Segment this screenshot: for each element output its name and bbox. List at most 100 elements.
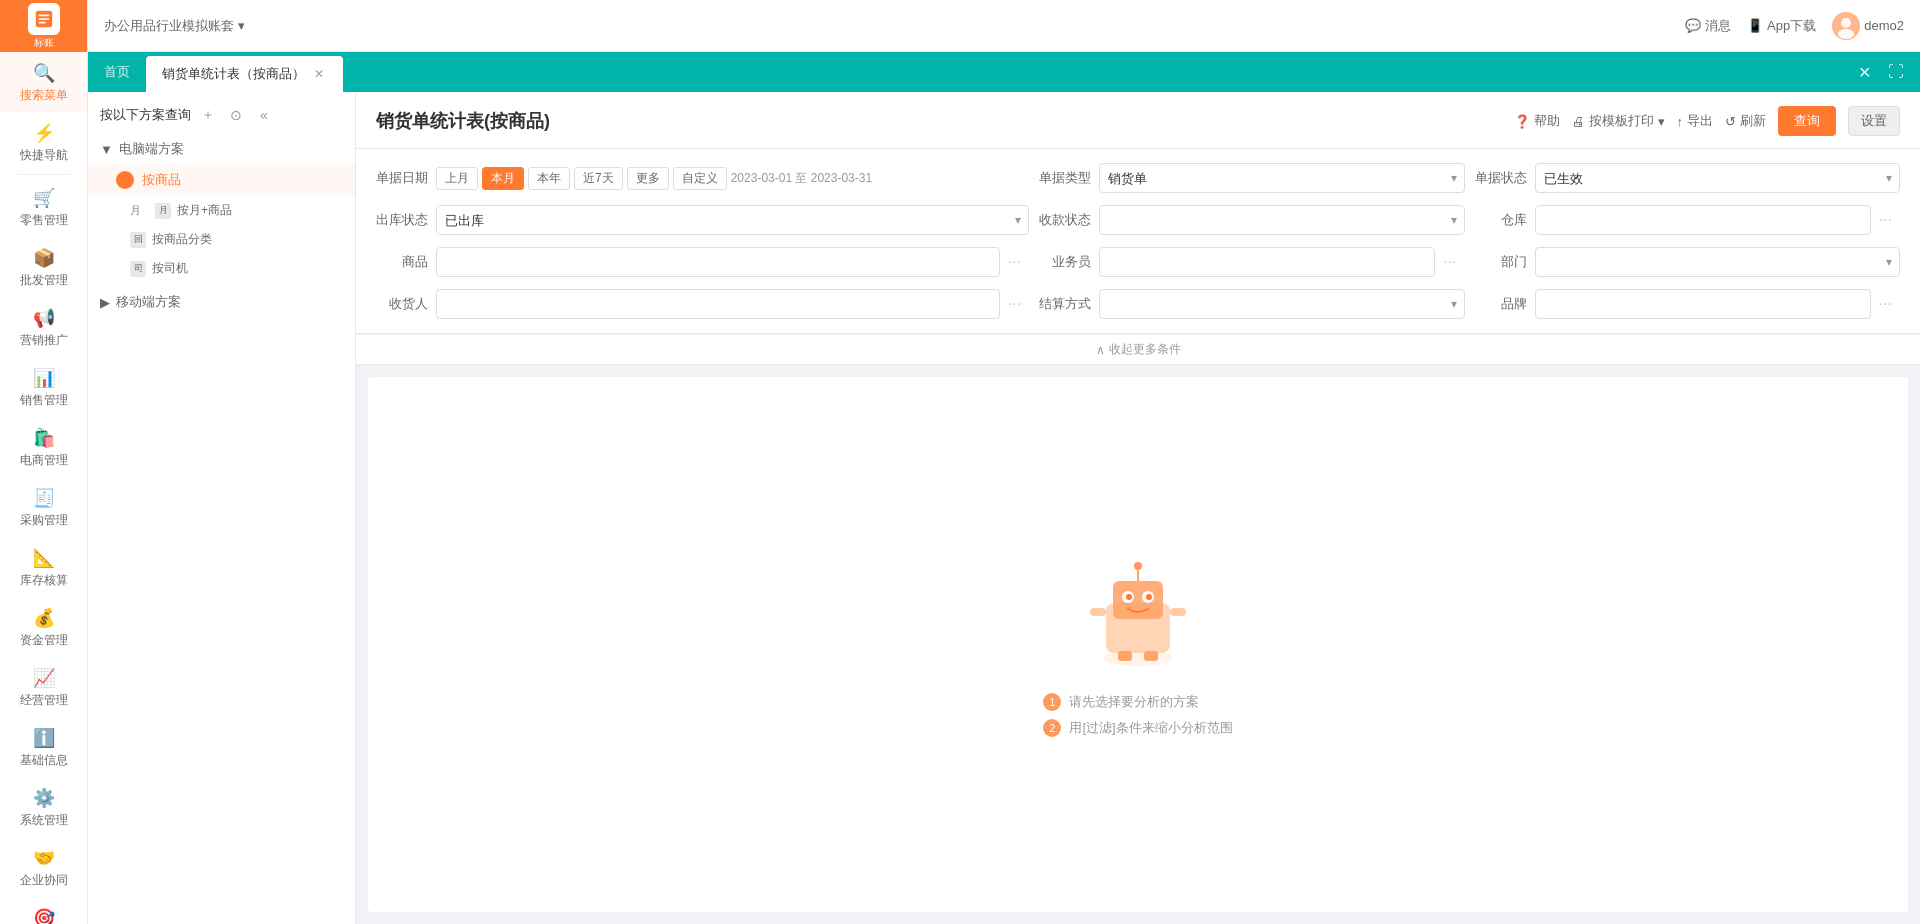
scheme-settings-btn[interactable]: ⊙: [225, 104, 247, 126]
export-btn[interactable]: ↑ 导出: [1677, 112, 1714, 130]
doc-type-select-wrap: 销货单 ▾: [1099, 163, 1464, 193]
template-print-label: 按模板打印: [1589, 112, 1654, 130]
tab-sales-stats[interactable]: 销货单统计表（按商品） ✕: [146, 56, 343, 92]
date-label: 单据日期: [376, 169, 436, 187]
sub-scheme-label: 按月+商品: [177, 202, 232, 219]
industry-selector[interactable]: 办公用品行业模拟账套 ▾: [104, 17, 245, 35]
page-title-row: 销货单统计表(按商品) ❓ 帮助 🖨 按模板打印 ▾ ↑: [376, 106, 1900, 136]
date-btn-custom[interactable]: 自定义: [673, 167, 727, 190]
warehouse-input[interactable]: [1535, 205, 1871, 235]
brand-dots[interactable]: ···: [1871, 295, 1900, 313]
help-btn[interactable]: ❓ 帮助: [1514, 112, 1560, 130]
sidebar-item-ecommerce[interactable]: 🛍️ 电商管理: [0, 417, 87, 477]
filter-item-payment-status: 收款状态 ▾: [1029, 205, 1464, 235]
top-header: 办公用品行业模拟账套 ▾ 💬 消息 📱 App下载: [88, 0, 1920, 52]
quick-nav-icon: ⚡: [33, 122, 55, 144]
sidebar-item-search[interactable]: 🔍 搜索菜单: [0, 52, 87, 112]
filter-panel-icons: ＋ ⊙ «: [197, 104, 275, 126]
sidebar-item-basic-info[interactable]: ℹ️ 基础信息: [0, 717, 87, 777]
payment-method-wrap: ▾: [1099, 289, 1464, 319]
collapse-panel-btn[interactable]: «: [253, 104, 275, 126]
sidebar-item-operations[interactable]: 📈 经营管理: [0, 657, 87, 717]
scheme-by-product[interactable]: 按商品: [88, 164, 355, 196]
brand-label: 品牌: [1465, 295, 1535, 313]
logo[interactable]: 标账: [0, 0, 87, 52]
sidebar-item-finance[interactable]: 💰 资金管理: [0, 597, 87, 657]
filter-item-department: 部门 ▾: [1465, 247, 1900, 277]
tab-close-all-btn[interactable]: ✕: [1852, 60, 1876, 84]
sidebar-item-quick-nav[interactable]: ⚡ 快捷导航: [0, 112, 87, 172]
sub-scheme-by-category[interactable]: 回 按商品分类: [88, 225, 355, 254]
app-download-btn[interactable]: 📱 App下载: [1747, 17, 1816, 35]
collapse-bar[interactable]: ∧ 收起更多条件: [356, 334, 1920, 365]
salesman-dots[interactable]: ···: [1435, 253, 1464, 271]
warehouse-status-select[interactable]: 已出库: [436, 205, 1029, 235]
tab-fullscreen-btn[interactable]: ⛶: [1884, 60, 1908, 84]
sidebar-divider: [17, 174, 69, 175]
sidebar-item-purchase[interactable]: 🧾 采购管理: [0, 477, 87, 537]
tab-close-icon[interactable]: ✕: [311, 66, 327, 82]
brand-input[interactable]: [1535, 289, 1871, 319]
sub-scheme-by-cashier[interactable]: 司 按司机: [88, 254, 355, 283]
recipient-dots[interactable]: ···: [1000, 295, 1029, 313]
mobile-scheme-group-header[interactable]: ▶ 移动端方案: [88, 287, 355, 317]
tab-home[interactable]: 首页: [88, 52, 146, 92]
product-dots[interactable]: ···: [1000, 253, 1029, 271]
svg-rect-6: [1113, 581, 1163, 619]
sidebar-item-label: 基础信息: [20, 752, 68, 769]
sidebar-item-marketing[interactable]: 📢 营销推广: [0, 297, 87, 357]
payment-status-label: 收款状态: [1029, 211, 1099, 229]
empty-tip-2: 2 用[过滤]条件来缩小分析范围: [1043, 719, 1232, 737]
sidebar-item-newbie[interactable]: 🎯 新手引导: [0, 897, 87, 924]
user-name: demo2: [1864, 18, 1904, 33]
sidebar-item-sales[interactable]: 📊 销售管理: [0, 357, 87, 417]
sidebar-item-inventory[interactable]: 📐 库存核算: [0, 537, 87, 597]
message-btn[interactable]: 💬 消息: [1685, 17, 1731, 35]
recipient-input[interactable]: [436, 289, 1000, 319]
desktop-scheme-group-header[interactable]: ▼ 电脑端方案: [88, 134, 355, 164]
date-btn-more[interactable]: 更多: [627, 167, 669, 190]
sidebar-item-label: 快捷导航: [20, 147, 68, 164]
settings-btn[interactable]: 设置: [1848, 106, 1900, 136]
filter-item-brand: 品牌 ···: [1465, 289, 1900, 319]
salesman-input[interactable]: [1099, 247, 1435, 277]
payment-status-select[interactable]: [1099, 205, 1464, 235]
doc-type-select[interactable]: 销货单: [1099, 163, 1464, 193]
filter-row-2: 出库状态 已出库 ▾ 收款状态: [376, 205, 1900, 235]
refresh-btn[interactable]: ↺ 刷新: [1725, 112, 1766, 130]
sidebar-item-enterprise[interactable]: 🤝 企业协同: [0, 837, 87, 897]
settings-icon: ⊙: [230, 107, 242, 123]
add-scheme-btn[interactable]: ＋: [197, 104, 219, 126]
sidebar-item-wholesale[interactable]: 📦 批发管理: [0, 237, 87, 297]
scheme-icon-circle: [116, 171, 134, 189]
filter-item-recipient: 收货人 ···: [376, 289, 1029, 319]
user-profile[interactable]: demo2: [1832, 12, 1904, 40]
date-btn-7days[interactable]: 近7天: [574, 167, 623, 190]
sales-stats-tab-label: 销货单统计表（按商品）: [162, 65, 305, 83]
sidebar: 标账 🔍 搜索菜单 ⚡ 快捷导航 🛒 零售管理 📦 批发管理 📢 营销推广 📊 …: [0, 0, 88, 924]
filter-item-payment-method: 结算方式 ▾: [1029, 289, 1464, 319]
warehouse-dots[interactable]: ···: [1871, 211, 1900, 229]
sidebar-item-system[interactable]: ⚙️ 系统管理: [0, 777, 87, 837]
tab-bar-actions: ✕ ⛶: [1852, 60, 1920, 84]
svg-rect-16: [1144, 651, 1158, 661]
department-label: 部门: [1465, 253, 1535, 271]
date-btn-this-month[interactable]: 本月: [482, 167, 524, 190]
department-select[interactable]: [1535, 247, 1900, 277]
product-input[interactable]: [436, 247, 1000, 277]
date-btn-this-year[interactable]: 本年: [528, 167, 570, 190]
operations-icon: 📈: [33, 667, 55, 689]
doc-status-select[interactable]: 已生效: [1535, 163, 1900, 193]
payment-method-select[interactable]: [1099, 289, 1464, 319]
desktop-scheme-label: 电脑端方案: [119, 140, 184, 158]
sidebar-item-label: 销售管理: [20, 392, 68, 409]
template-print-btn[interactable]: 🖨 按模板打印 ▾: [1572, 112, 1665, 130]
sub-scheme-by-month-product[interactable]: 月 月 按月+商品: [88, 196, 355, 225]
app-download-label: App下载: [1767, 17, 1816, 35]
query-btn[interactable]: 查询: [1778, 106, 1836, 136]
sidebar-item-retail[interactable]: 🛒 零售管理: [0, 177, 87, 237]
purchase-icon: 🧾: [33, 487, 55, 509]
date-btn-last-month[interactable]: 上月: [436, 167, 478, 190]
filter-row-4: 收货人 ··· 结算方式 ▾ 品牌: [376, 289, 1900, 319]
add-icon: ＋: [201, 106, 215, 124]
